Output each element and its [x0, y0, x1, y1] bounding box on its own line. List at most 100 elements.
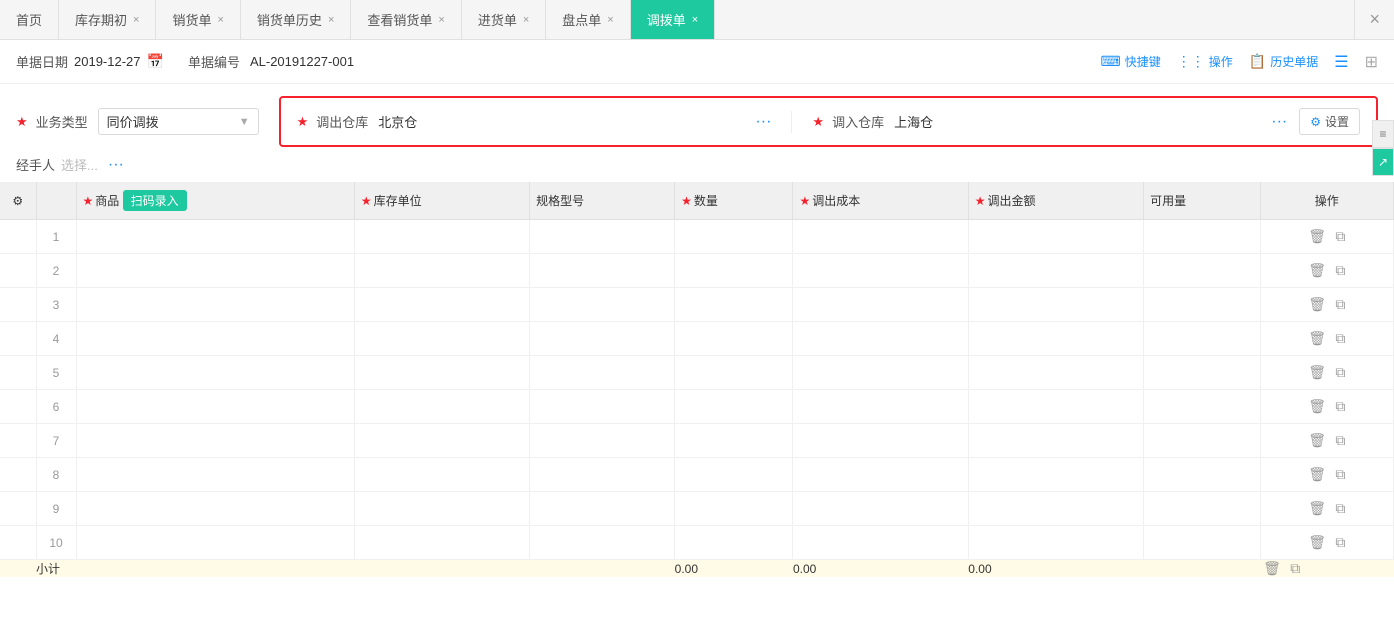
right-panel-list-icon[interactable]: ≡ [1372, 120, 1394, 148]
tab-transfer-order[interactable]: 调拨单 × [631, 0, 715, 40]
cell-ops-10: 🗑 ⧉ [1260, 526, 1393, 560]
copy-icon-1[interactable]: ⧉ [1335, 228, 1345, 244]
col-spec: 规格型号 [530, 182, 675, 220]
cell-available-3 [1144, 288, 1260, 322]
delete-icon-4[interactable]: 🗑 [1308, 330, 1326, 346]
warehouse-in-more-icon[interactable]: ··· [1271, 113, 1287, 131]
tab-inventory-check[interactable]: 盘点单 × [546, 0, 630, 40]
cell-cost-2 [793, 254, 968, 288]
tab-purchase-order[interactable]: 进货单 × [462, 0, 546, 40]
col-ops: 操作 [1260, 182, 1393, 220]
delete-icon-7[interactable]: 🗑 [1308, 432, 1326, 448]
copy-icon-8[interactable]: ⧉ [1335, 466, 1345, 482]
cell-product-2[interactable] [76, 254, 354, 288]
tab-bar-close-button[interactable]: × [1354, 0, 1394, 40]
copy-icon-5[interactable]: ⧉ [1335, 364, 1345, 380]
copy-icon-7[interactable]: ⧉ [1335, 432, 1345, 448]
cell-product-5[interactable] [76, 356, 354, 390]
handler-label: 经手人 [16, 155, 55, 174]
copy-icon-10[interactable]: ⧉ [1335, 534, 1345, 550]
tab-sales-history[interactable]: 销货单历史 × [241, 0, 351, 40]
copy-icon-9[interactable]: ⧉ [1335, 500, 1345, 516]
tab-home-label: 首页 [16, 10, 42, 29]
table-row: 5 🗑 ⧉ [0, 356, 1394, 390]
history-btn[interactable]: 📋 历史单据 [1249, 53, 1318, 70]
handler-select[interactable]: 选择... [61, 155, 98, 174]
cell-rownum-7: 7 [36, 424, 76, 458]
shortcut-btn[interactable]: ⌨ 快捷键 [1101, 53, 1161, 70]
cell-cost-9 [793, 492, 968, 526]
tab-purchase-order-close[interactable]: × [523, 14, 529, 26]
cell-product-3[interactable] [76, 288, 354, 322]
layout-btn-2[interactable]: ⊞ [1365, 52, 1378, 72]
subtotal-ops: 🗑 ⧉ [1260, 560, 1393, 578]
cell-amount-7 [968, 424, 1143, 458]
tab-view-sales[interactable]: 查看销货单 × [351, 0, 461, 40]
copy-icon-2[interactable]: ⧉ [1335, 262, 1345, 278]
cell-product-4[interactable] [76, 322, 354, 356]
tab-transfer-order-close[interactable]: × [692, 14, 698, 26]
delete-icon-10[interactable]: 🗑 [1308, 534, 1326, 550]
layout-btn-1[interactable]: ☰ [1334, 52, 1348, 72]
subtotal-delete-icon[interactable]: 🗑 [1263, 560, 1281, 576]
shortcut-icon: ⌨ [1101, 53, 1121, 70]
delete-icon-3[interactable]: 🗑 [1308, 296, 1326, 312]
tab-inventory-init-close[interactable]: × [133, 14, 139, 26]
cell-rownum-6: 6 [36, 390, 76, 424]
col-product: ★商品 扫码录入 [76, 182, 354, 220]
handler-row: 经手人 选择... ··· [0, 151, 1394, 182]
delete-icon-8[interactable]: 🗑 [1308, 466, 1326, 482]
cell-quantity-2 [675, 254, 793, 288]
tab-sales-order[interactable]: 销货单 × [156, 0, 240, 40]
right-panel-expand-icon[interactable]: ↗ [1372, 148, 1394, 176]
table-body: 1 🗑 ⧉ 2 🗑 ⧉ [0, 220, 1394, 560]
tab-transfer-order-label: 调拨单 [647, 10, 686, 29]
cell-rownum-9: 9 [36, 492, 76, 526]
cell-product-10[interactable] [76, 526, 354, 560]
cell-spec-6 [530, 390, 675, 424]
delete-icon-1[interactable]: 🗑 [1308, 228, 1326, 244]
warehouse-out-more-icon[interactable]: ··· [755, 113, 771, 131]
calendar-icon[interactable]: 📅 [147, 53, 164, 70]
delete-icon-2[interactable]: 🗑 [1308, 262, 1326, 278]
tab-sales-history-close[interactable]: × [328, 14, 334, 26]
cell-product-8[interactable] [76, 458, 354, 492]
cell-amount-1 [968, 220, 1143, 254]
cell-cost-7 [793, 424, 968, 458]
delete-icon-6[interactable]: 🗑 [1308, 398, 1326, 414]
cell-unit-9 [354, 492, 529, 526]
cell-product-1[interactable] [76, 220, 354, 254]
scan-input-button[interactable]: 扫码录入 [123, 190, 187, 211]
copy-icon-6[interactable]: ⧉ [1335, 398, 1345, 414]
cell-product-7[interactable] [76, 424, 354, 458]
operation-icon: ⋮⋮ [1177, 53, 1205, 70]
delete-icon-5[interactable]: 🗑 [1308, 364, 1326, 380]
cell-amount-9 [968, 492, 1143, 526]
product-required: ★ [83, 194, 94, 208]
cell-rownum-10: 10 [36, 526, 76, 560]
col-settings[interactable]: ⚙ [0, 182, 36, 220]
tab-inventory-check-close[interactable]: × [607, 14, 613, 26]
tab-view-sales-close[interactable]: × [438, 14, 444, 26]
warehouse-in-required: ★ [812, 114, 824, 130]
tab-bar: 首页 库存期初 × 销货单 × 销货单历史 × 查看销货单 × 进货单 × 盘点… [0, 0, 1394, 40]
delete-icon-9[interactable]: 🗑 [1308, 500, 1326, 516]
copy-icon-3[interactable]: ⧉ [1335, 296, 1345, 312]
operation-btn[interactable]: ⋮⋮ 操作 [1177, 53, 1233, 70]
business-type-dropdown[interactable]: 同价调拨 ▼ [98, 108, 259, 135]
tab-inventory-init[interactable]: 库存期初 × [59, 0, 156, 40]
copy-icon-4[interactable]: ⧉ [1335, 330, 1345, 346]
settings-button[interactable]: ⚙ 设置 [1299, 108, 1360, 135]
subtotal-copy-icon[interactable]: ⧉ [1290, 560, 1300, 576]
handler-more-icon[interactable]: ··· [108, 156, 124, 174]
tab-sales-order-close[interactable]: × [217, 14, 223, 26]
tab-view-sales-label: 查看销货单 [367, 10, 432, 29]
table-row: 4 🗑 ⧉ [0, 322, 1394, 356]
cell-product-6[interactable] [76, 390, 354, 424]
tab-home[interactable]: 首页 [0, 0, 59, 40]
cell-product-9[interactable] [76, 492, 354, 526]
subtotal-empty-2 [76, 560, 354, 578]
cell-cost-4 [793, 322, 968, 356]
col-available: 可用量 [1144, 182, 1260, 220]
cell-available-4 [1144, 322, 1260, 356]
